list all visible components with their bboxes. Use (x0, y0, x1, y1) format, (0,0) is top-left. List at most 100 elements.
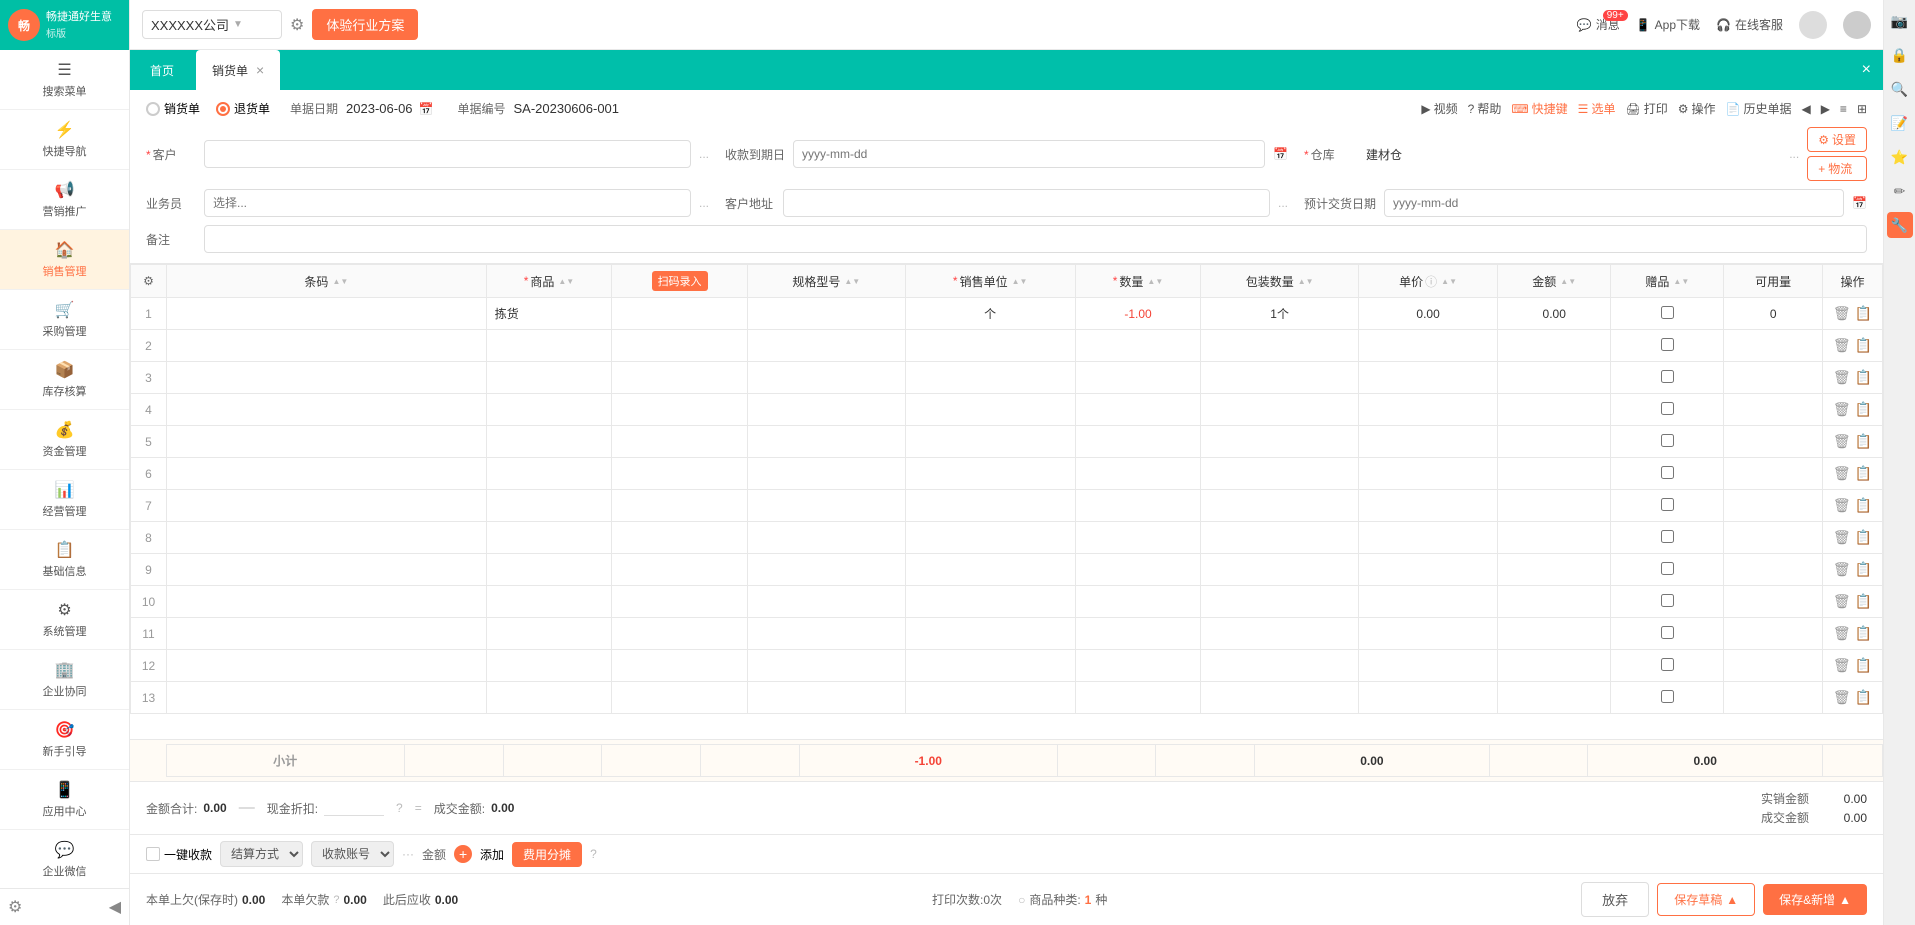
th-scan[interactable]: 扫码录入 (612, 265, 748, 298)
cell-gift-13[interactable] (1611, 682, 1724, 714)
customer-addr-input[interactable] (783, 189, 1270, 217)
scan-btn[interactable]: 扫码录入 (652, 271, 708, 291)
copy-icon-7[interactable]: 📋 (1855, 497, 1872, 514)
cell-unit-10[interactable] (905, 586, 1075, 618)
cell-unit-3[interactable] (905, 362, 1075, 394)
cell-pkg-qty-12[interactable] (1201, 650, 1359, 682)
cell-goods-13[interactable] (486, 682, 612, 714)
amount-sort-icon[interactable]: ▲▼ (1560, 277, 1576, 286)
copy-icon-6[interactable]: 📋 (1855, 465, 1872, 482)
discount-input[interactable] (324, 801, 384, 816)
copy-icon-4[interactable]: 📋 (1855, 401, 1872, 418)
remarks-input[interactable] (204, 225, 1867, 253)
cell-amount-8[interactable] (1498, 522, 1611, 554)
sidebar-item-corp[interactable]: 🏢 企业协同 (0, 650, 129, 710)
cell-qty-10[interactable] (1075, 586, 1201, 618)
delete-icon-1[interactable]: 🗑 (1833, 305, 1851, 322)
barcode-input-1[interactable] (175, 307, 478, 321)
customer-addr-dots[interactable]: ... (1278, 196, 1288, 210)
cell-price-7[interactable] (1358, 490, 1497, 522)
cell-spec-9[interactable] (747, 554, 905, 586)
gift-checkbox-12[interactable] (1661, 658, 1674, 671)
cell-barcode-4[interactable] (167, 394, 487, 426)
cell-goods-4[interactable] (486, 394, 612, 426)
cell-goods-1[interactable]: 拣货 (486, 298, 612, 330)
cell-pkg-qty-7[interactable] (1201, 490, 1359, 522)
rp-camera-icon[interactable]: 📷 (1887, 8, 1913, 34)
cell-spec-2[interactable] (747, 330, 905, 362)
cell-amount-13[interactable] (1498, 682, 1611, 714)
cell-amount-12[interactable] (1498, 650, 1611, 682)
barcode-input-5[interactable] (175, 435, 478, 449)
quick-pay-checkbox[interactable]: 一键收款 (146, 846, 212, 863)
cell-spec-7[interactable] (747, 490, 905, 522)
cell-gift-10[interactable] (1611, 586, 1724, 618)
cell-spec-5[interactable] (747, 426, 905, 458)
cell-gift-12[interactable] (1611, 650, 1724, 682)
cell-amount-5[interactable] (1498, 426, 1611, 458)
delete-icon-13[interactable]: 🗑 (1833, 689, 1851, 706)
gift-checkbox-13[interactable] (1661, 690, 1674, 703)
cell-price-5[interactable] (1358, 426, 1497, 458)
expense-split-btn[interactable]: 费用分摊 (512, 842, 582, 867)
cell-spec-10[interactable] (747, 586, 905, 618)
payment-due-calendar-icon[interactable]: 📅 (1273, 147, 1288, 161)
sidebar-item-apps[interactable]: 📱 应用中心 (0, 770, 129, 830)
cell-goods-3[interactable] (486, 362, 612, 394)
copy-icon-9[interactable]: 📋 (1855, 561, 1872, 578)
cell-pkg-qty-8[interactable] (1201, 522, 1359, 554)
cell-unit-4[interactable] (905, 394, 1075, 426)
tab-close-right-icon[interactable]: × (1862, 61, 1871, 79)
gift-checkbox-6[interactable] (1661, 466, 1674, 479)
cell-amount-6[interactable] (1498, 458, 1611, 490)
overdue-question-icon[interactable]: ? (333, 894, 339, 906)
abandon-btn[interactable]: 放弃 (1581, 882, 1649, 917)
salesperson-dots[interactable]: ... (699, 196, 709, 210)
cell-price-8[interactable] (1358, 522, 1497, 554)
sidebar-item-marketing[interactable]: 📢 营销推广 (0, 170, 129, 230)
cell-amount-1[interactable]: 0.00 (1498, 298, 1611, 330)
cell-qty-4[interactable] (1075, 394, 1201, 426)
settings-gear-icon[interactable]: ⚙ (290, 15, 304, 35)
barcode-input-13[interactable] (175, 691, 478, 705)
delete-icon-11[interactable]: 🗑 (1833, 625, 1851, 642)
delivery-date-calendar-icon[interactable]: 📅 (1852, 196, 1867, 210)
price-sort-icon[interactable]: ▲▼ (1441, 277, 1457, 286)
delete-icon-5[interactable]: 🗑 (1833, 433, 1851, 450)
cell-amount-4[interactable] (1498, 394, 1611, 426)
cell-unit-9[interactable] (905, 554, 1075, 586)
cell-amount-2[interactable] (1498, 330, 1611, 362)
cell-goods-6[interactable] (486, 458, 612, 490)
delete-icon-3[interactable]: 🗑 (1833, 369, 1851, 386)
cell-spec-3[interactable] (747, 362, 905, 394)
calendar-icon[interactable]: 📅 (419, 102, 434, 116)
gift-checkbox-3[interactable] (1661, 370, 1674, 383)
sidebar-item-system[interactable]: ⚙ 系统管理 (0, 590, 129, 650)
cell-qty-2[interactable] (1075, 330, 1201, 362)
cell-unit-7[interactable] (905, 490, 1075, 522)
settings-btn[interactable]: ⚙ 设置 (1807, 127, 1867, 152)
company-select[interactable]: XXXXXX公司 ▼ (142, 10, 282, 39)
delivery-date-input[interactable] (1384, 189, 1844, 217)
customer-dots[interactable]: ... (699, 147, 709, 161)
cell-barcode-2[interactable] (167, 330, 487, 362)
cell-goods-12[interactable] (486, 650, 612, 682)
gift-checkbox-9[interactable] (1661, 562, 1674, 575)
cell-qty-5[interactable] (1075, 426, 1201, 458)
cell-goods-10[interactable] (486, 586, 612, 618)
delete-icon-8[interactable]: 🗑 (1833, 529, 1851, 546)
cell-barcode-3[interactable] (167, 362, 487, 394)
warehouse-dots[interactable]: ... (1789, 147, 1799, 161)
calc-account-select[interactable]: 收款账号 (311, 841, 394, 867)
sidebar-item-quick-nav[interactable]: ⚡ 快捷导航 (0, 110, 129, 170)
cell-unit-2[interactable] (905, 330, 1075, 362)
qty-sort-icon[interactable]: ▲▼ (1147, 277, 1163, 286)
cell-barcode-1[interactable] (167, 298, 487, 330)
user-avatar2[interactable] (1843, 11, 1871, 39)
copy-icon-8[interactable]: 📋 (1855, 529, 1872, 546)
delete-icon-4[interactable]: 🗑 (1833, 401, 1851, 418)
copy-icon-3[interactable]: 📋 (1855, 369, 1872, 386)
cell-price-4[interactable] (1358, 394, 1497, 426)
cell-gift-4[interactable] (1611, 394, 1724, 426)
account-dots[interactable]: ··· (402, 847, 414, 861)
